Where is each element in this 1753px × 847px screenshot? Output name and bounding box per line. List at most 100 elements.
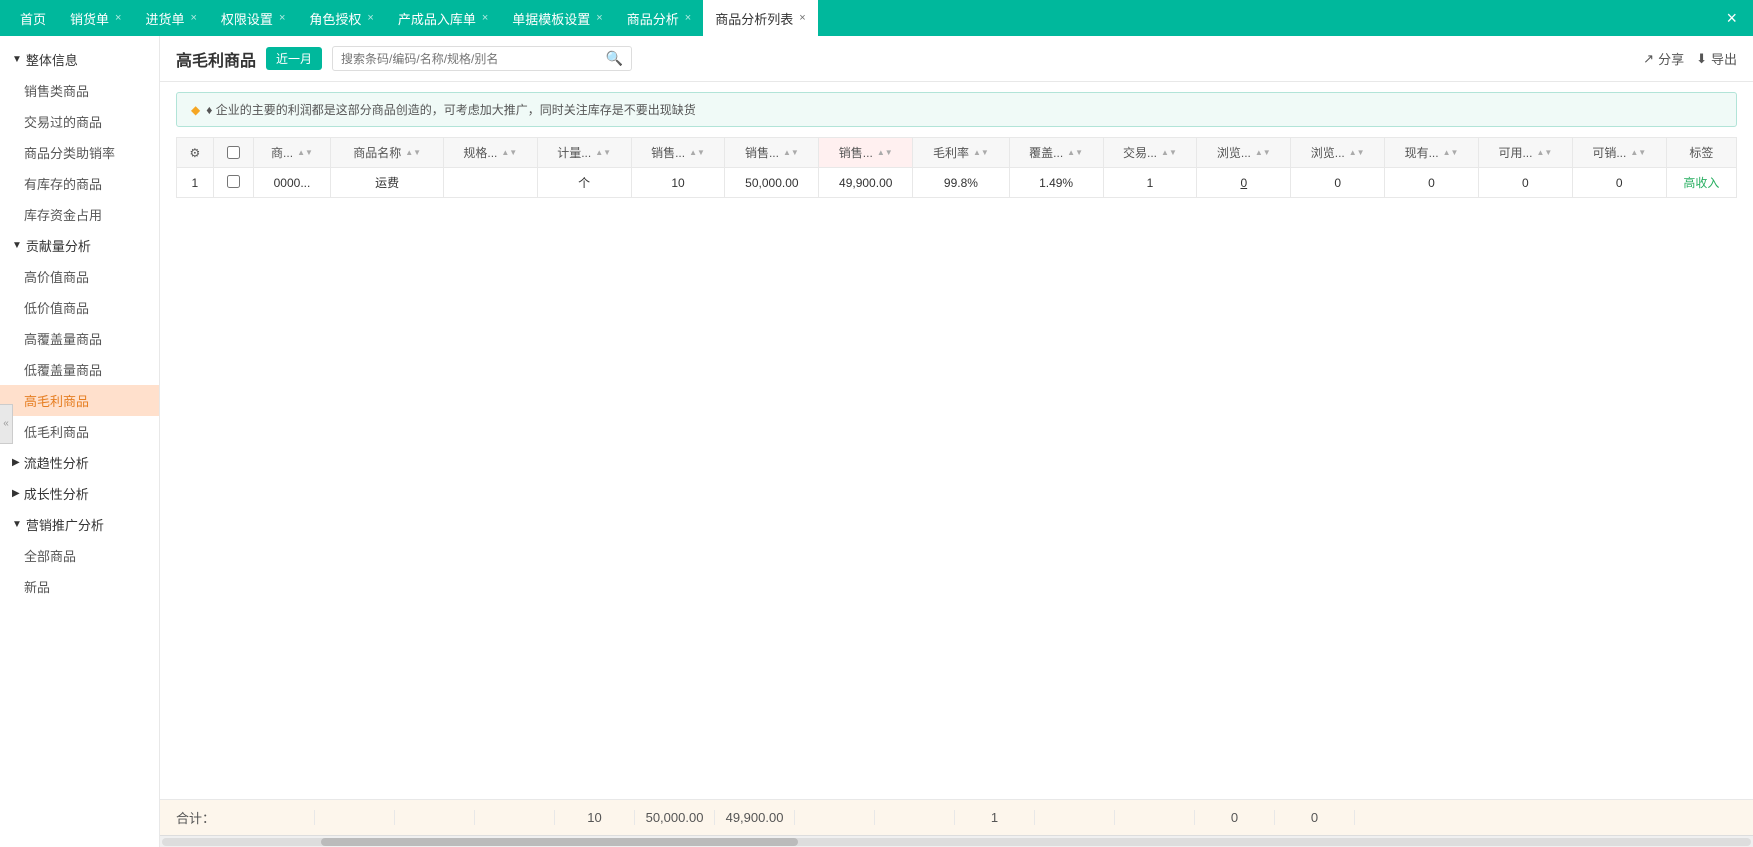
col-sales-qty[interactable]: 销售... ▲▼	[631, 138, 725, 168]
col-stock-available[interactable]: 可用... ▲▼	[1478, 138, 1572, 168]
sort-icon[interactable]: ▲▼	[1067, 149, 1083, 157]
settings-icon[interactable]: ⚙	[190, 146, 201, 160]
select-all-checkbox[interactable]	[227, 146, 240, 159]
footer-cell-empty5	[795, 810, 875, 825]
nav-tab-home[interactable]: 首页	[8, 0, 58, 36]
footer-cell-empty3	[395, 810, 475, 825]
sort-icon[interactable]: ▲▼	[877, 149, 893, 157]
nav-tab-permissions[interactable]: 权限设置 ×	[209, 0, 297, 36]
time-filter-button[interactable]: 近一月	[266, 47, 322, 70]
table-container: ⚙ 商... ▲▼	[160, 137, 1753, 799]
footer-bar: 合计： 10 50,000.00 49,900.00 1 0 0	[160, 799, 1753, 835]
col-stock-salable[interactable]: 可销... ▲▼	[1572, 138, 1666, 168]
sidebar-item-high-margin[interactable]: 高毛利商品	[0, 385, 159, 416]
cell-sales-profit: 49,900.00	[819, 168, 913, 198]
sort-icon[interactable]: ▲▼	[297, 149, 313, 157]
nav-tab-roles[interactable]: 角色授权 ×	[297, 0, 385, 36]
top-nav: 首页 销货单 × 进货单 × 权限设置 × 角色授权 × 产成品入库单 × 单据…	[0, 0, 1753, 36]
col-seq: ⚙	[177, 138, 214, 168]
sort-icon[interactable]: ▲▼	[689, 149, 705, 157]
close-icon[interactable]: ×	[685, 12, 691, 24]
share-button[interactable]: ↗ 分享	[1643, 49, 1684, 68]
sidebar-item-stock-capital[interactable]: 库存资金占用	[0, 199, 159, 230]
cell-unit: 个	[537, 168, 631, 198]
sort-icon[interactable]: ▲▼	[501, 149, 517, 157]
cell-check	[213, 168, 253, 198]
sidebar-item-traded-goods[interactable]: 交易过的商品	[0, 106, 159, 137]
row-checkbox[interactable]	[227, 175, 240, 188]
col-gross-rate[interactable]: 毛利率 ▲▼	[913, 138, 1010, 168]
close-icon[interactable]: ×	[190, 12, 196, 24]
page-title: 高毛利商品	[176, 47, 256, 71]
sort-icon[interactable]: ▲▼	[1630, 149, 1646, 157]
sidebar-group-overall[interactable]: ▼ 整体信息	[0, 44, 159, 75]
close-icon[interactable]: ×	[367, 12, 373, 24]
sidebar-item-low-margin[interactable]: 低毛利商品	[0, 416, 159, 447]
sort-icon[interactable]: ▲▼	[1536, 149, 1552, 157]
sort-icon[interactable]: ▲▼	[595, 149, 611, 157]
cell-tag: 高收入	[1666, 168, 1736, 198]
total-label: 合计：	[176, 808, 215, 827]
sidebar-item-category-sales-rate[interactable]: 商品分类助销率	[0, 137, 159, 168]
chevron-down-icon: ▼	[12, 54, 22, 65]
cell-sales-qty: 10	[631, 168, 725, 198]
window-close-button[interactable]: ×	[1718, 8, 1745, 29]
content-area: 高毛利商品 近一月 🔍 ↗ 分享 ⬇ 导出 ◆ ♦ 企业的主要的利润都是这部分商…	[160, 36, 1753, 847]
sort-icon[interactable]: ▲▼	[973, 149, 989, 157]
close-icon[interactable]: ×	[115, 12, 121, 24]
sort-icon[interactable]: ▲▼	[1349, 149, 1365, 157]
sidebar-item-high-value[interactable]: 高价值商品	[0, 261, 159, 292]
close-icon[interactable]: ×	[279, 12, 285, 24]
scroll-thumb[interactable]	[321, 838, 798, 846]
cell-views2: 0	[1291, 168, 1385, 198]
share-icon: ↗	[1643, 51, 1654, 67]
cell-stock-salable: 0	[1572, 168, 1666, 198]
chevron-down-icon: ▼	[12, 519, 22, 530]
sidebar-item-low-value[interactable]: 低价值商品	[0, 292, 159, 323]
sidebar-item-in-stock-goods[interactable]: 有库存的商品	[0, 168, 159, 199]
col-views1[interactable]: 浏览... ▲▼	[1197, 138, 1291, 168]
sidebar-item-new-goods[interactable]: 新品	[0, 571, 159, 602]
sidebar-collapse-button[interactable]: «	[0, 404, 13, 444]
header-actions: ↗ 分享 ⬇ 导出	[1643, 49, 1737, 68]
sidebar-group-marketing[interactable]: ▼ 营销推广分析	[0, 509, 159, 540]
col-sales-profit[interactable]: 销售... ▲▼	[819, 138, 913, 168]
col-views2[interactable]: 浏览... ▲▼	[1291, 138, 1385, 168]
col-unit[interactable]: 计量... ▲▼	[537, 138, 631, 168]
nav-tab-analysis-list[interactable]: 商品分析列表 ×	[703, 0, 817, 36]
sort-icon[interactable]: ▲▼	[1255, 149, 1271, 157]
close-icon[interactable]: ×	[596, 12, 602, 24]
nav-tab-analysis[interactable]: 商品分析 ×	[615, 0, 703, 36]
info-banner: ◆ ♦ 企业的主要的利润都是这部分商品创造的，可考虑加大推广，同时关注库存是不要…	[176, 92, 1737, 127]
nav-tab-inbound[interactable]: 产成品入库单 ×	[386, 0, 500, 36]
search-input[interactable]	[341, 52, 606, 66]
footer-cell-empty7	[1035, 810, 1115, 825]
sidebar-item-low-coverage[interactable]: 低覆盖量商品	[0, 354, 159, 385]
nav-tab-sales[interactable]: 销货单 ×	[58, 0, 133, 36]
export-button[interactable]: ⬇ 导出	[1696, 49, 1737, 68]
col-transactions[interactable]: 交易... ▲▼	[1103, 138, 1197, 168]
col-sales-amount[interactable]: 销售... ▲▼	[725, 138, 819, 168]
horizontal-scrollbar[interactable]	[160, 835, 1753, 847]
views1-link[interactable]: 0	[1240, 176, 1247, 190]
close-icon[interactable]: ×	[482, 12, 488, 24]
footer-cell-empty4	[475, 810, 555, 825]
nav-tab-purchase[interactable]: 进货单 ×	[133, 0, 208, 36]
nav-tab-template[interactable]: 单据模板设置 ×	[500, 0, 614, 36]
sort-icon[interactable]: ▲▼	[1443, 149, 1459, 157]
sort-icon[interactable]: ▲▼	[1161, 149, 1177, 157]
col-coverage[interactable]: 覆盖... ▲▼	[1009, 138, 1103, 168]
col-name[interactable]: 商品名称 ▲▼	[331, 138, 443, 168]
sidebar-group-contribution[interactable]: ▼ 贡献量分析	[0, 230, 159, 261]
sidebar-item-high-coverage[interactable]: 高覆盖量商品	[0, 323, 159, 354]
sidebar-group-trend[interactable]: ▶ 流趋性分析	[0, 447, 159, 478]
sort-icon[interactable]: ▲▼	[783, 149, 799, 157]
sidebar-group-growth[interactable]: ▶ 成长性分析	[0, 478, 159, 509]
col-stock-current[interactable]: 现有... ▲▼	[1385, 138, 1479, 168]
sidebar-item-all-goods[interactable]: 全部商品	[0, 540, 159, 571]
close-icon[interactable]: ×	[799, 12, 805, 24]
sort-icon[interactable]: ▲▼	[405, 149, 421, 157]
col-spec[interactable]: 规格... ▲▼	[443, 138, 537, 168]
sidebar-item-sales-goods[interactable]: 销售类商品	[0, 75, 159, 106]
col-code[interactable]: 商... ▲▼	[253, 138, 331, 168]
